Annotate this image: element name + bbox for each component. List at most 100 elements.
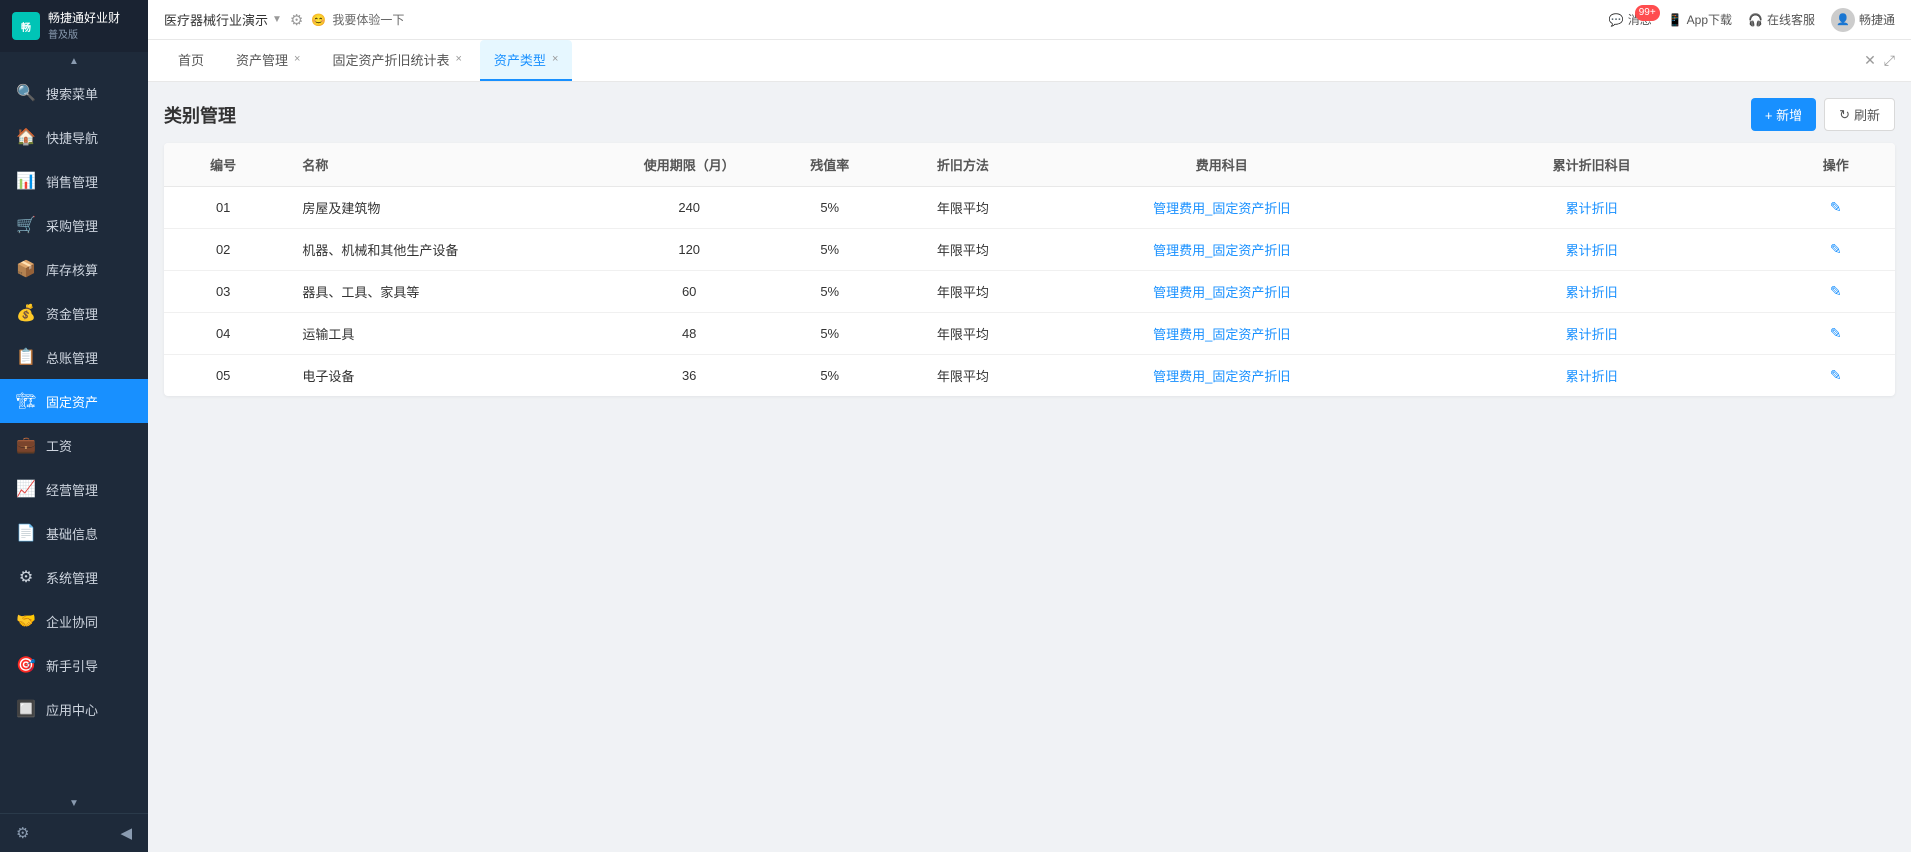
search-icon: 🔍: [16, 83, 36, 103]
cell-name: 电子设备: [282, 355, 607, 397]
collapse-icon[interactable]: ◀: [120, 824, 132, 842]
table-row: 05 电子设备 36 5% 年限平均 管理费用_固定资产折旧 累计折旧 ✎: [164, 355, 1895, 397]
sidebar-item-label: 搜索菜单: [46, 84, 98, 103]
app-download-button[interactable]: 📱 App下载: [1668, 11, 1732, 28]
tab-depreciation-label: 固定资产折旧统计表: [332, 50, 449, 69]
cell-method: 年限平均: [889, 229, 1037, 271]
sidebar-item-label: 快捷导航: [46, 128, 98, 147]
sales-icon: 📊: [16, 171, 36, 191]
sidebar-item-label: 采购管理: [46, 216, 98, 235]
cell-residual: 5%: [771, 313, 889, 355]
cell-action[interactable]: ✎: [1777, 187, 1895, 229]
sidebar-item-quick-nav[interactable]: 🏠 快捷导航: [0, 115, 148, 159]
cell-name: 器具、工具、家具等: [282, 271, 607, 313]
basic-info-icon: 📄: [16, 523, 36, 543]
logo-text-block: 畅捷通好业财 普及版: [48, 11, 120, 42]
tab-depreciation-table[interactable]: 固定资产折旧统计表 ×: [318, 40, 475, 81]
online-service-button[interactable]: 🎧 在线客服: [1748, 11, 1815, 28]
refresh-button[interactable]: ↻ 刷新: [1824, 98, 1895, 131]
sidebar-item-label: 基础信息: [46, 524, 98, 543]
tab-depreciation-close[interactable]: ×: [455, 54, 461, 65]
payroll-icon: 💼: [16, 435, 36, 455]
cell-period: 36: [608, 355, 771, 397]
cell-number: 05: [164, 355, 282, 397]
experience-button[interactable]: 😊 我要体验一下: [311, 11, 404, 28]
cell-number: 01: [164, 187, 282, 229]
settings-footer-icon[interactable]: ⚙: [16, 824, 29, 842]
cell-method: 年限平均: [889, 355, 1037, 397]
sidebar-item-capital[interactable]: 💰 资金管理: [0, 291, 148, 335]
cell-period: 240: [608, 187, 771, 229]
topbar-settings-icon[interactable]: ⚙: [290, 11, 303, 29]
sidebar-item-guide[interactable]: 🎯 新手引导: [0, 643, 148, 687]
cell-method: 年限平均: [889, 271, 1037, 313]
edit-button[interactable]: ✎: [1830, 325, 1842, 342]
tab-window-expand-icon[interactable]: ⤢: [1884, 52, 1895, 69]
edit-button[interactable]: ✎: [1830, 199, 1842, 216]
sidebar-item-enterprise[interactable]: 🤝 企业协同: [0, 599, 148, 643]
sidebar-item-fixed-assets[interactable]: 🏗 固定资产: [0, 379, 148, 423]
sidebar-item-search[interactable]: 🔍 搜索菜单: [0, 71, 148, 115]
cell-action[interactable]: ✎: [1777, 229, 1895, 271]
col-header-period: 使用期限（月）: [608, 143, 771, 187]
logo-subtitle: 普及版: [48, 26, 120, 41]
cell-action[interactable]: ✎: [1777, 355, 1895, 397]
tab-asset-type[interactable]: 资产类型 ×: [480, 40, 572, 81]
cell-accum-account: 累计折旧: [1407, 187, 1777, 229]
scroll-up-icon[interactable]: ▲: [69, 56, 79, 67]
table-header-row: 编号 名称 使用期限（月） 残值率 折旧方法 费用科目 累计折旧科目 操作: [164, 143, 1895, 187]
user-menu[interactable]: 👤 畅捷通: [1831, 8, 1895, 32]
tab-asset-management-close[interactable]: ×: [294, 54, 300, 65]
operations-icon: 📈: [16, 479, 36, 499]
sidebar-item-label: 经营管理: [46, 480, 98, 499]
data-table: 编号 名称 使用期限（月） 残值率 折旧方法 费用科目 累计折旧科目 操作 01…: [164, 143, 1895, 396]
guide-icon: 🎯: [16, 655, 36, 675]
tab-home[interactable]: 首页: [164, 40, 218, 81]
company-selector[interactable]: 医疗器械行业演示 ▼: [164, 10, 282, 29]
cell-method: 年限平均: [889, 313, 1037, 355]
cell-number: 02: [164, 229, 282, 271]
online-service-label: 在线客服: [1767, 11, 1815, 28]
edit-button[interactable]: ✎: [1830, 367, 1842, 384]
sidebar-item-app-center[interactable]: 🔲 应用中心: [0, 687, 148, 731]
refresh-label: 刷新: [1854, 105, 1880, 124]
cell-accum-account: 累计折旧: [1407, 229, 1777, 271]
sidebar-scroll-up[interactable]: ▲: [0, 52, 148, 71]
online-service-icon: 🎧: [1748, 13, 1763, 27]
col-header-number: 编号: [164, 143, 282, 187]
tab-asset-management[interactable]: 资产管理 ×: [222, 40, 314, 81]
table-row: 03 器具、工具、家具等 60 5% 年限平均 管理费用_固定资产折旧 累计折旧…: [164, 271, 1895, 313]
sidebar-item-inventory[interactable]: 📦 库存核算: [0, 247, 148, 291]
edit-button[interactable]: ✎: [1830, 283, 1842, 300]
edit-button[interactable]: ✎: [1830, 241, 1842, 258]
sidebar-scroll-down[interactable]: ▼: [0, 794, 148, 813]
scroll-down-icon[interactable]: ▼: [69, 798, 79, 809]
tab-window-close-icon[interactable]: ✕: [1864, 52, 1876, 69]
main-content: 医疗器械行业演示 ▼ ⚙ 😊 我要体验一下 💬 消息 99+ 📱 App下载 🎧…: [148, 0, 1911, 852]
window-controls: ✕ ⤢: [1864, 52, 1895, 69]
cell-action[interactable]: ✎: [1777, 271, 1895, 313]
tab-asset-type-close[interactable]: ×: [552, 54, 558, 65]
sidebar-item-label: 工资: [46, 436, 72, 455]
sidebar-item-label: 总账管理: [46, 348, 98, 367]
cell-number: 03: [164, 271, 282, 313]
messages-icon: 💬: [1609, 13, 1624, 27]
capital-icon: 💰: [16, 303, 36, 323]
sidebar-item-ledger[interactable]: 📋 总账管理: [0, 335, 148, 379]
tab-home-label: 首页: [178, 50, 204, 69]
sidebar-item-sales[interactable]: 📊 销售管理: [0, 159, 148, 203]
new-button[interactable]: + 新增: [1751, 98, 1816, 131]
sidebar-item-label: 库存核算: [46, 260, 98, 279]
sidebar-item-purchase[interactable]: 🛒 采购管理: [0, 203, 148, 247]
sidebar-item-payroll[interactable]: 💼 工资: [0, 423, 148, 467]
cell-action[interactable]: ✎: [1777, 313, 1895, 355]
topbar-right: 💬 消息 99+ 📱 App下载 🎧 在线客服 👤 畅捷通: [1609, 8, 1895, 32]
sidebar-item-operations[interactable]: 📈 经营管理: [0, 467, 148, 511]
sidebar-item-system[interactable]: ⚙ 系统管理: [0, 555, 148, 599]
cell-residual: 5%: [771, 187, 889, 229]
sidebar-item-label: 应用中心: [46, 700, 98, 719]
sidebar-item-basic-info[interactable]: 📄 基础信息: [0, 511, 148, 555]
sidebar-item-label: 销售管理: [46, 172, 98, 191]
messages-button[interactable]: 💬 消息 99+: [1609, 11, 1652, 28]
cell-residual: 5%: [771, 229, 889, 271]
